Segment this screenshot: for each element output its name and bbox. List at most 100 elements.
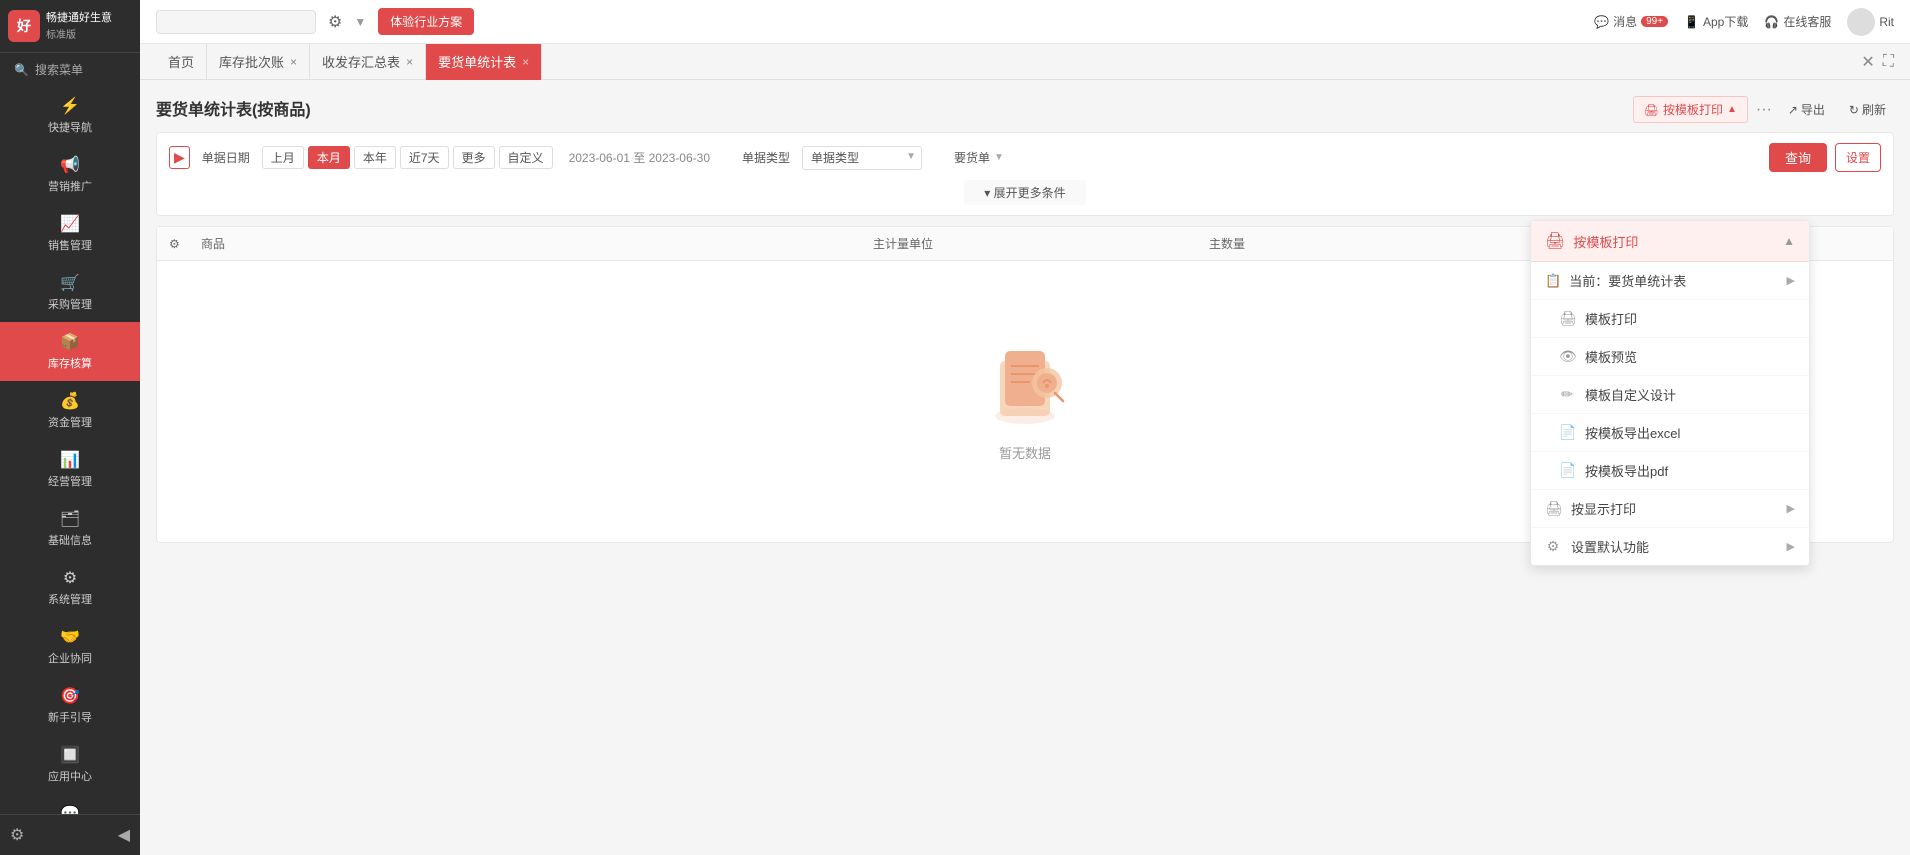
empty-icon — [975, 341, 1075, 431]
expand-down-icon: ▾ — [984, 186, 990, 200]
sidebar-item-marketing[interactable]: 📢 营销推广 — [0, 145, 140, 204]
service-icon: 🎧 — [1764, 15, 1779, 29]
sidebar-item-label: 资金管理 — [48, 414, 92, 430]
window-expand-icon[interactable]: ⛶ — [1883, 53, 1894, 71]
sidebar-collapse-icon[interactable]: ◀ — [118, 825, 130, 845]
window-close-icon[interactable]: ✕ — [1861, 52, 1874, 72]
sidebar-item-basic[interactable]: 🗂 基础信息 — [0, 499, 140, 558]
dropdown-template-excel[interactable]: 📄 按模板导出excel — [1531, 414, 1809, 452]
sidebar-item-label: 系统管理 — [48, 591, 92, 607]
col-settings[interactable]: ⚙ — [169, 237, 201, 251]
sidebar-item-wechat[interactable]: 💬 企业微信 — [0, 794, 140, 814]
sidebar-item-apps[interactable]: 🔲 应用中心 — [0, 735, 140, 794]
filter-expand-icon[interactable]: ▶ — [169, 146, 190, 169]
tab-collection-summary-close[interactable]: × — [406, 55, 413, 69]
dropdown-header-label: 按模板打印 — [1573, 232, 1638, 251]
date-label: 单据日期 — [202, 149, 250, 166]
tab-order-stats-close[interactable]: × — [522, 55, 529, 69]
trial-button[interactable]: 体验行业方案 — [378, 8, 474, 35]
sidebar-item-guide[interactable]: 🎯 新手引导 — [0, 676, 140, 735]
tab-collection-summary[interactable]: 收发存汇总表 × — [310, 44, 426, 80]
dropdown-template-design[interactable]: ✏ 模板自定义设计 — [1531, 376, 1809, 414]
date-btn-more[interactable]: 更多 — [453, 146, 495, 169]
topbar-right: 💬 消息 99+ 📱 App下载 🎧 在线客服 Rit — [1594, 8, 1894, 36]
tab-order-stats[interactable]: 要货单统计表 × — [426, 44, 542, 80]
refresh-button[interactable]: ↻ 刷新 — [1841, 97, 1894, 122]
date-btn-7days[interactable]: 近7天 — [400, 146, 449, 169]
date-shortcuts: 上月 本月 本年 近7天 更多 自定义 — [262, 146, 553, 169]
apps-icon: 🔲 — [60, 745, 80, 765]
tab-collection-summary-label: 收发存汇总表 — [322, 52, 400, 71]
sidebar-item-finance[interactable]: 💰 资金管理 — [0, 381, 140, 440]
date-btn-this-month[interactable]: 本月 — [308, 146, 350, 169]
sidebar-settings-icon[interactable]: ⚙ — [10, 825, 24, 845]
template-excel-icon: 📄 — [1559, 424, 1575, 441]
expand-more-row: ▾ 展开更多条件 — [169, 180, 1881, 205]
topbar-search-input[interactable] — [156, 10, 316, 34]
sidebar-bottom: ⚙ ◀ — [0, 814, 140, 855]
query-button[interactable]: 查询 — [1769, 143, 1827, 172]
export-icon: ↗ — [1788, 103, 1798, 117]
yao-huo-arrow[interactable]: ▼ — [994, 152, 1004, 163]
guide-icon: 🎯 — [60, 686, 80, 706]
order-type-select[interactable]: 单据类型 — [802, 146, 922, 170]
dropdown-collapse-icon[interactable]: ▲ — [1783, 234, 1795, 248]
tab-inventory-batch[interactable]: 库存批次账 × — [207, 44, 310, 80]
empty-text: 暂无数据 — [999, 443, 1051, 462]
sidebar-item-system[interactable]: ⚙ 系统管理 — [0, 558, 140, 617]
sidebar-item-purchase[interactable]: 🛒 采购管理 — [0, 263, 140, 322]
topbar-dropdown-icon[interactable]: ▼ — [354, 15, 366, 29]
sidebar: 好 畅捷通好生意 标准版 🔍 搜索菜单 ⚡ 快捷导航 📢 营销推广 📈 销售管理… — [0, 0, 140, 855]
template-preview-icon: 👁 — [1559, 348, 1575, 365]
sidebar-item-label: 新手引导 — [48, 709, 92, 725]
user-avatar[interactable]: Rit — [1847, 8, 1894, 36]
sidebar-item-operation[interactable]: 📊 经营管理 — [0, 440, 140, 499]
sidebar-item-collab[interactable]: 🤝 企业协同 — [0, 617, 140, 676]
template-print-icon: 🖨 — [1559, 310, 1575, 327]
dropdown-template-preview[interactable]: 👁 模板预览 — [1531, 338, 1809, 376]
current-template-label: 当前：要货单统计表 — [1569, 271, 1686, 290]
col-unit: 主计量单位 — [873, 235, 1209, 252]
date-btn-custom[interactable]: 自定义 — [499, 146, 553, 169]
messages-icon: 💬 — [1594, 15, 1609, 29]
export-button[interactable]: ↗ 导出 — [1780, 97, 1833, 122]
sidebar-item-label: 基础信息 — [48, 532, 92, 548]
tab-inventory-batch-close[interactable]: × — [290, 55, 297, 69]
tab-home[interactable]: 首页 — [156, 44, 207, 80]
dropdown-display-print[interactable]: 🖨 按显示打印 ▶ — [1531, 490, 1809, 528]
sidebar-item-label: 快捷导航 — [48, 119, 92, 135]
order-type-select-wrap: 单据类型 ▼ — [802, 146, 922, 170]
messages-button[interactable]: 💬 消息 99+ — [1594, 13, 1668, 30]
tab-order-stats-label: 要货单统计表 — [438, 52, 516, 71]
sidebar-item-inventory[interactable]: 📦 库存核算 — [0, 322, 140, 381]
app-name: 畅捷通好生意 — [46, 11, 112, 25]
tabbar: 首页 库存批次账 × 收发存汇总表 × 要货单统计表 × ✕ ⛶ — [140, 44, 1910, 80]
date-btn-last-month[interactable]: 上月 — [262, 146, 304, 169]
online-service-label: 在线客服 — [1783, 13, 1831, 30]
display-print-label: 按显示打印 — [1571, 499, 1636, 518]
avatar-image — [1847, 8, 1875, 36]
dropdown-current-template[interactable]: 📋 当前：要货单统计表 ▶ — [1531, 262, 1809, 300]
dropdown-default-setting[interactable]: ⚙ 设置默认功能 ▶ — [1531, 528, 1809, 565]
app-download-button[interactable]: 📱 App下载 — [1684, 13, 1748, 30]
sidebar-item-sales[interactable]: 📈 销售管理 — [0, 204, 140, 263]
page-toolbar: 🖨 按模板打印 ▲ ··· ↗ 导出 ↻ 刷新 — [1633, 96, 1894, 123]
expand-more-button[interactable]: ▾ 展开更多条件 — [964, 180, 1085, 205]
search-menu[interactable]: 🔍 搜索菜单 — [0, 53, 140, 86]
marketing-icon: 📢 — [60, 155, 80, 175]
sidebar-nav: ⚡ 快捷导航 📢 营销推广 📈 销售管理 🛒 采购管理 📦 库存核算 💰 资金管… — [0, 86, 140, 814]
dropdown-header[interactable]: 🖨 按模板打印 ▲ — [1531, 221, 1809, 262]
topbar-left: ⚙ ▼ 体验行业方案 — [156, 8, 474, 35]
sidebar-item-quick-nav[interactable]: ⚡ 快捷导航 — [0, 86, 140, 145]
tab-inventory-batch-label: 库存批次账 — [219, 52, 284, 71]
topbar-settings-icon[interactable]: ⚙ — [328, 12, 342, 32]
dropdown-template-print[interactable]: 🖨 模板打印 — [1531, 300, 1809, 338]
toolbar-more-icon[interactable]: ··· — [1756, 101, 1772, 119]
app-download-label: App下载 — [1703, 13, 1748, 30]
date-btn-this-year[interactable]: 本年 — [354, 146, 396, 169]
online-service-button[interactable]: 🎧 在线客服 — [1764, 13, 1831, 30]
dropdown-template-pdf[interactable]: 📄 按模板导出pdf — [1531, 452, 1809, 490]
sidebar-logo: 好 畅捷通好生意 标准版 — [0, 0, 140, 53]
print-button[interactable]: 🖨 按模板打印 ▲ — [1633, 96, 1748, 123]
settings-button[interactable]: 设置 — [1835, 143, 1881, 172]
